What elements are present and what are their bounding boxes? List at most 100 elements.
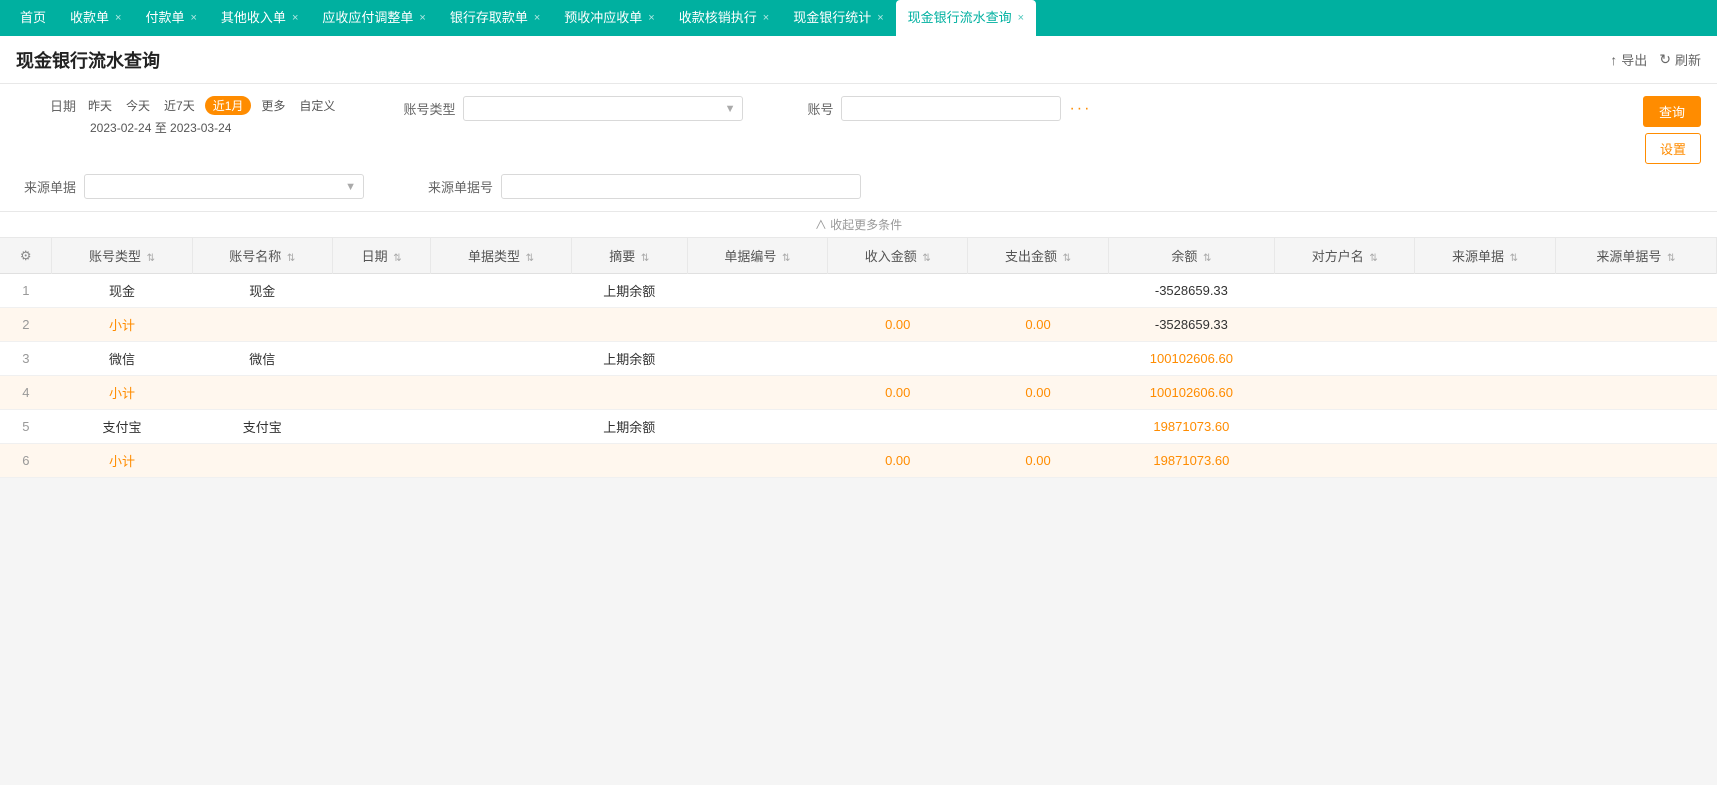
date-label: 日期	[16, 96, 76, 115]
shortcut-today[interactable]: 今天	[122, 96, 154, 115]
account-input[interactable]	[841, 96, 1061, 121]
th-doc-no[interactable]: 单据编号 ⇅	[687, 238, 827, 274]
th-doc-type[interactable]: 单据类型 ⇅	[431, 238, 571, 274]
table-cell: 小计	[52, 444, 192, 478]
table-cell	[332, 342, 430, 376]
table-cell	[687, 410, 827, 444]
th-balance[interactable]: 余额 ⇅	[1108, 238, 1274, 274]
export-button[interactable]: ↑ 导出	[1610, 50, 1647, 69]
table-cell	[968, 410, 1108, 444]
shortcut-yesterday[interactable]: 昨天	[84, 96, 116, 115]
th-account-type[interactable]: 账号类型 ⇅	[52, 238, 192, 274]
table-cell: 支付宝	[52, 410, 192, 444]
table-cell	[1555, 274, 1716, 308]
th-expense[interactable]: 支出金额 ⇅	[968, 238, 1108, 274]
th-account-name[interactable]: 账号名称 ⇅	[192, 238, 332, 274]
shortcut-more[interactable]: 更多	[257, 96, 289, 115]
close-icon[interactable]: ×	[648, 0, 654, 36]
table-cell: 19871073.60	[1108, 444, 1274, 478]
table-cell: 上期余额	[571, 410, 687, 444]
close-icon[interactable]: ×	[190, 0, 196, 36]
table-cell: 微信	[52, 342, 192, 376]
table-cell	[687, 444, 827, 478]
export-icon: ↑	[1610, 52, 1617, 68]
th-source-doc[interactable]: 来源单据 ⇅	[1415, 238, 1555, 274]
query-button[interactable]: 查询	[1643, 96, 1701, 127]
table-cell: 3	[0, 342, 52, 376]
account-ellipsis-button[interactable]: ···	[1069, 100, 1091, 118]
table-cell	[332, 376, 430, 410]
close-icon[interactable]: ×	[115, 0, 121, 36]
th-source-doc-no[interactable]: 来源单据号 ⇅	[1555, 238, 1716, 274]
table-cell: 5	[0, 410, 52, 444]
table-cell	[687, 342, 827, 376]
table-cell: 0.00	[828, 444, 968, 478]
table-cell	[431, 342, 571, 376]
th-counterparty[interactable]: 对方户名 ⇅	[1275, 238, 1415, 274]
refresh-button[interactable]: ↻ 刷新	[1659, 50, 1701, 69]
nav-bank-deposit[interactable]: 银行存取款单 ×	[438, 0, 552, 36]
th-summary[interactable]: 摘要 ⇅	[571, 238, 687, 274]
table-cell: 4	[0, 376, 52, 410]
table-cell	[968, 342, 1108, 376]
date-range: 2023-02-24 至 2023-03-24	[90, 121, 231, 135]
table-cell	[1275, 376, 1415, 410]
nav-cash-bank-stats[interactable]: 现金银行统计 ×	[781, 0, 895, 36]
close-icon[interactable]: ×	[292, 0, 298, 36]
collapse-bar[interactable]: ∧ 收起更多条件	[0, 212, 1717, 238]
shortcut-7days[interactable]: 近7天	[160, 96, 199, 115]
table-header-row: ⚙ 账号类型 ⇅ 账号名称 ⇅ 日期 ⇅ 单据类型 ⇅ 摘要 ⇅ 单据编号 ⇅ …	[0, 238, 1717, 274]
table-cell	[1415, 342, 1555, 376]
table-cell	[1415, 410, 1555, 444]
nav-cash-bank-flow[interactable]: 现金银行流水查询 ×	[896, 0, 1036, 36]
table-cell	[431, 274, 571, 308]
nav-ar-ap-adjust[interactable]: 应收应付调整单 ×	[310, 0, 437, 36]
table-cell	[332, 444, 430, 478]
table-cell	[828, 410, 968, 444]
table-cell	[1275, 274, 1415, 308]
table-cell	[968, 274, 1108, 308]
close-icon[interactable]: ×	[534, 0, 540, 36]
table-cell: 0.00	[968, 444, 1108, 478]
table-cell	[687, 376, 827, 410]
table-row: 2小计0.000.00-3528659.33	[0, 308, 1717, 342]
collapse-label: ∧ 收起更多条件	[815, 218, 902, 232]
shortcut-custom[interactable]: 自定义	[295, 96, 339, 115]
source-doc-label: 来源单据	[16, 177, 76, 196]
table-cell: 0.00	[828, 308, 968, 342]
source-doc-num-input[interactable]	[501, 174, 861, 199]
close-icon[interactable]: ×	[419, 0, 425, 36]
nav-other-income[interactable]: 其他收入单 ×	[209, 0, 310, 36]
close-icon[interactable]: ×	[763, 0, 769, 36]
source-doc-select[interactable]	[84, 174, 364, 199]
table-cell: -3528659.33	[1108, 308, 1274, 342]
page-title: 现金银行流水查询	[16, 47, 160, 73]
nav-receipt[interactable]: 收款单 ×	[58, 0, 133, 36]
close-icon[interactable]: ×	[1018, 0, 1024, 36]
table-cell	[192, 308, 332, 342]
table-cell	[687, 274, 827, 308]
table-cell	[192, 444, 332, 478]
nav-home[interactable]: 首页	[8, 0, 58, 36]
table-cell: 0.00	[828, 376, 968, 410]
table-cell	[1275, 410, 1415, 444]
nav-payment[interactable]: 付款单 ×	[133, 0, 208, 36]
th-income[interactable]: 收入金额 ⇅	[828, 238, 968, 274]
th-date[interactable]: 日期 ⇅	[332, 238, 430, 274]
table-cell: 2	[0, 308, 52, 342]
filter-area: 日期 昨天 今天 近7天 近1月 更多 自定义 2023-02-24 至 202…	[0, 84, 1717, 212]
table-cell: 0.00	[968, 376, 1108, 410]
account-type-select[interactable]	[463, 96, 743, 121]
table-row: 4小计0.000.00100102606.60	[0, 376, 1717, 410]
shortcut-1month[interactable]: 近1月	[205, 96, 252, 115]
table-cell: 6	[0, 444, 52, 478]
top-nav: 首页 收款单 × 付款单 × 其他收入单 × 应收应付调整单 × 银行存取款单 …	[0, 0, 1717, 36]
th-gear[interactable]: ⚙	[0, 238, 52, 274]
close-icon[interactable]: ×	[877, 0, 883, 36]
settings-button[interactable]: 设置	[1645, 133, 1701, 164]
table-cell: 100102606.60	[1108, 342, 1274, 376]
table-cell	[1415, 274, 1555, 308]
nav-collection-exec[interactable]: 收款核销执行 ×	[667, 0, 781, 36]
nav-prepaid-offset[interactable]: 预收冲应收单 ×	[552, 0, 666, 36]
table-row: 5支付宝支付宝上期余额19871073.60	[0, 410, 1717, 444]
